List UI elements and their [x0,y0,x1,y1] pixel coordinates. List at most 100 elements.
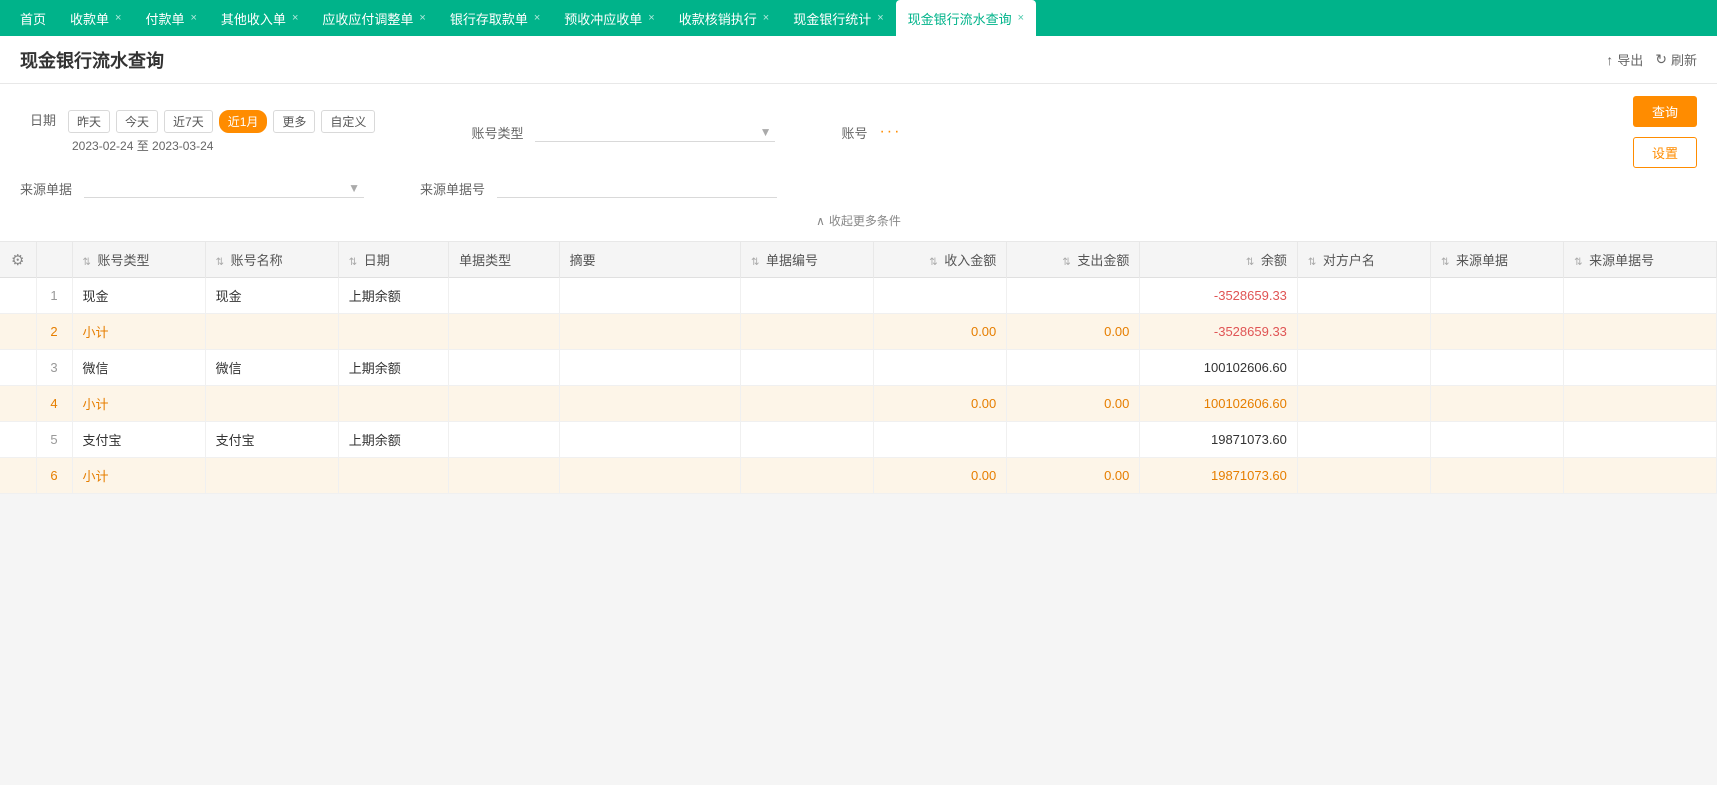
nav-advance-offset[interactable]: 预收冲应收单 × [552,0,666,36]
cell-expense [1007,350,1140,386]
nav-cash-bank-flow[interactable]: 现金银行流水查询 × [896,0,1036,36]
cell-source-doc-no [1564,386,1717,422]
cell-account-name: 现金 [205,278,338,314]
cell-balance: 19871073.60 [1140,458,1298,494]
cell-income [874,422,1007,458]
cell-summary [559,278,740,314]
date-btn-today[interactable]: 今天 [116,110,158,133]
export-button[interactable]: ↑ 导出 [1606,50,1643,69]
collapse-button[interactable]: ∧ 收起更多条件 [816,212,901,229]
export-icon: ↑ [1606,52,1613,68]
sort-arrows-icon: ⇅ [1062,257,1070,268]
cell-account-name [205,458,338,494]
gear-icon[interactable]: ⚙ [11,252,24,269]
account-label: 账号 [831,123,867,142]
close-icon[interactable]: × [1018,12,1024,24]
source-doc-select[interactable]: ▼ [84,178,364,198]
account-more-dots[interactable]: ··· [879,123,901,141]
account-type-input[interactable] [539,124,759,139]
account-type-filter: 账号类型 ▼ [471,122,775,142]
source-doc-input[interactable] [88,180,348,195]
nav-receipt[interactable]: 收款单 × [58,0,133,36]
source-doc-no-input[interactable] [501,180,773,195]
row-number: 3 [36,350,72,386]
settings-button[interactable]: 设置 [1633,137,1697,168]
page-title: 现金银行流水查询 [20,47,164,73]
cell-balance: -3528659.33 [1140,314,1298,350]
close-icon[interactable]: × [115,12,121,24]
source-doc-no-input-wrap [497,178,777,198]
nav-receivable-payable[interactable]: 应收应付调整单 × [310,0,437,36]
close-icon[interactable]: × [648,12,654,24]
sort-arrows-icon: ⇅ [1308,257,1316,268]
col-balance[interactable]: ⇅ 余额 [1140,242,1298,278]
cell-doc-type [449,350,559,386]
date-btn-custom[interactable]: 自定义 [321,110,375,133]
data-table: ⚙ ⇅ 账号类型 ⇅ 账号名称 ⇅ 日期 单据类型 [0,242,1717,494]
col-income[interactable]: ⇅ 收入金额 [874,242,1007,278]
col-doc-type: 单据类型 [449,242,559,278]
col-doc-no[interactable]: ⇅ 单据编号 [741,242,874,278]
nav-bank-deposit[interactable]: 银行存取款单 × [438,0,552,36]
close-icon[interactable]: × [190,12,196,24]
col-account-name[interactable]: ⇅ 账号名称 [205,242,338,278]
cell-doc-type [449,386,559,422]
cell-expense: 0.00 [1007,458,1140,494]
cell-balance: 100102606.60 [1140,386,1298,422]
cell-account-type: 小计 [72,314,205,350]
nav-payment[interactable]: 付款单 × [133,0,208,36]
cell-summary [559,458,740,494]
cell-counterpart [1297,458,1430,494]
row-settings-cell [0,422,36,458]
cell-source-doc-no [1564,350,1717,386]
nav-other-income[interactable]: 其他收入单 × [209,0,310,36]
close-icon[interactable]: × [763,12,769,24]
col-source-doc[interactable]: ⇅ 来源单据 [1431,242,1564,278]
row-settings-cell [0,386,36,422]
cell-income: 0.00 [874,386,1007,422]
col-counterpart[interactable]: ⇅ 对方户名 [1297,242,1430,278]
close-icon[interactable]: × [419,12,425,24]
sort-arrows-icon: ⇅ [1574,257,1582,268]
cell-doc-no [741,350,874,386]
cell-source-doc [1431,350,1564,386]
action-buttons: 查询 设置 [1633,96,1697,168]
date-btn-more[interactable]: 更多 [273,110,315,133]
nav-home[interactable]: 首页 [8,0,58,36]
refresh-button[interactable]: ↻ 刷新 [1655,50,1697,69]
col-source-doc-no[interactable]: ⇅ 来源单据号 [1564,242,1717,278]
col-summary: 摘要 [559,242,740,278]
cell-source-doc-no [1564,314,1717,350]
date-btn-month[interactable]: 近1月 [219,110,268,133]
cell-account-name: 支付宝 [205,422,338,458]
close-icon[interactable]: × [292,12,298,24]
cell-doc-no [741,386,874,422]
date-btn-yesterday[interactable]: 昨天 [68,110,110,133]
cell-summary [559,386,740,422]
source-doc-filter: 来源单据 ▼ [20,178,364,198]
nav-collection-verify[interactable]: 收款核销执行 × [667,0,781,36]
date-btn-week[interactable]: 近7天 [164,110,213,133]
col-expense[interactable]: ⇅ 支出金额 [1007,242,1140,278]
cell-date: 上期余额 [338,350,448,386]
account-type-select[interactable]: ▼ [535,122,775,142]
cell-counterpart [1297,350,1430,386]
col-account-type[interactable]: ⇅ 账号类型 [72,242,205,278]
cell-account-type: 微信 [72,350,205,386]
cell-source-doc [1431,422,1564,458]
cell-account-name [205,314,338,350]
close-icon[interactable]: × [877,12,883,24]
cell-balance: 19871073.60 [1140,422,1298,458]
row-number: 6 [36,458,72,494]
nav-cash-bank-stat[interactable]: 现金银行统计 × [781,0,895,36]
cell-date: 上期余额 [338,278,448,314]
query-button[interactable]: 查询 [1633,96,1697,127]
cell-account-type: 小计 [72,386,205,422]
cell-doc-no [741,422,874,458]
row-settings-cell [0,458,36,494]
date-label: 日期 [20,110,56,129]
col-date[interactable]: ⇅ 日期 [338,242,448,278]
cell-date [338,314,448,350]
filter-row-source: 来源单据 ▼ 来源单据号 [20,178,1697,198]
close-icon[interactable]: × [534,12,540,24]
